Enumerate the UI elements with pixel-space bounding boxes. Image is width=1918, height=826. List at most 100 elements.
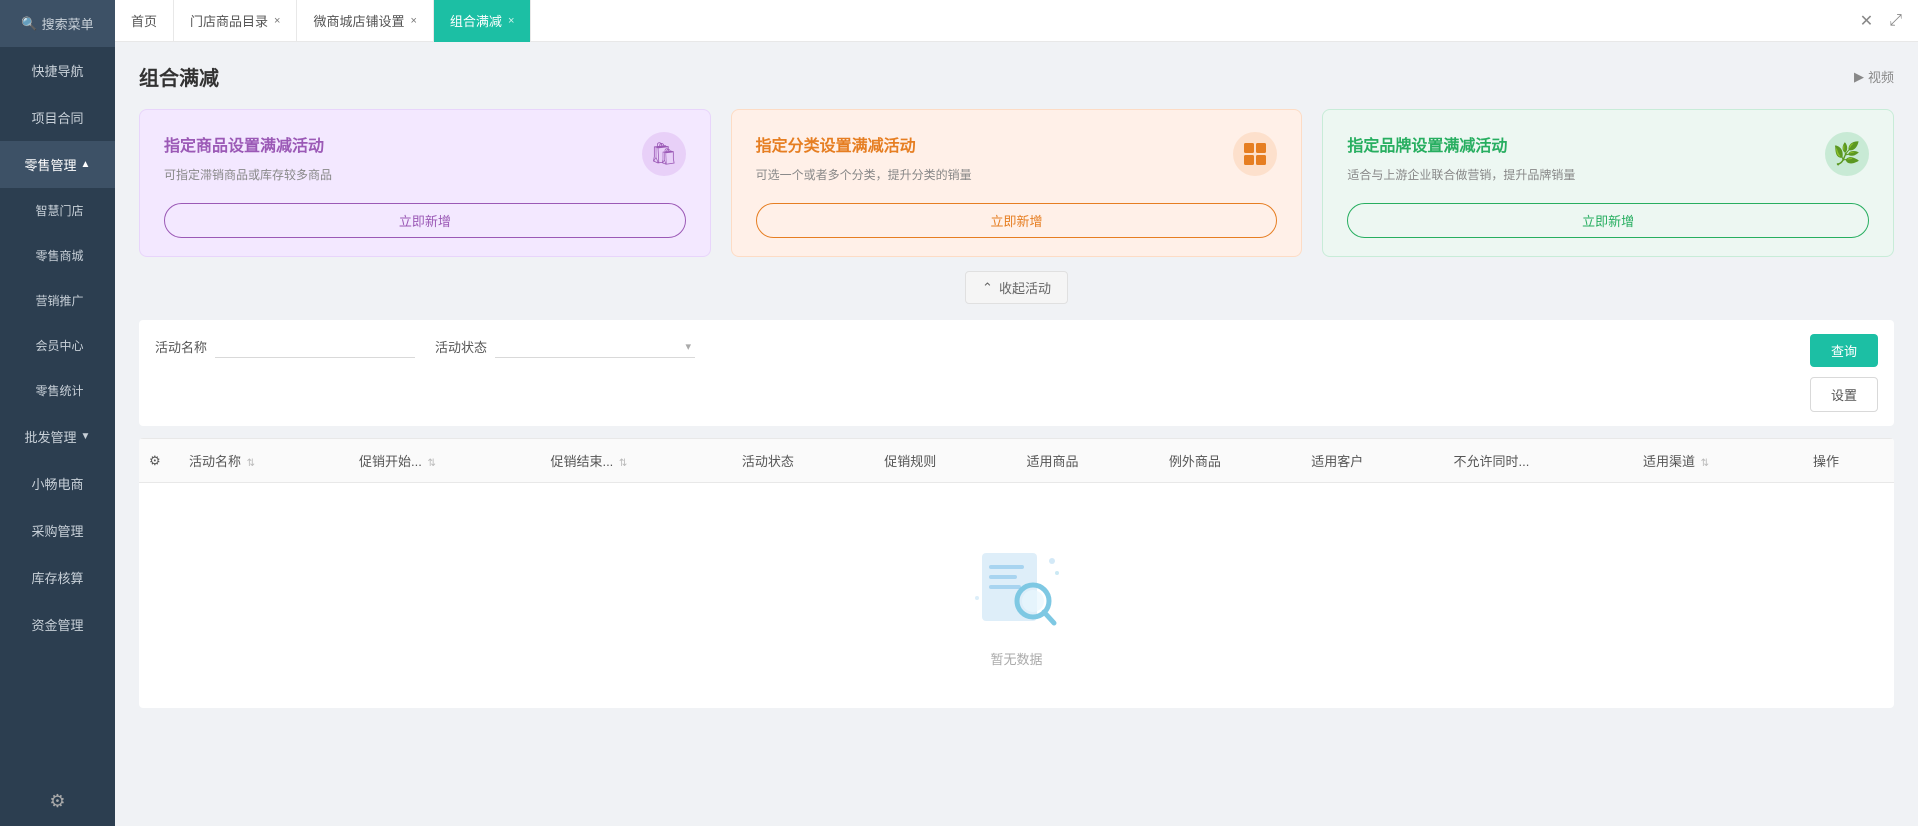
tab-home-label: 首页 bbox=[131, 11, 157, 30]
th-rule: 促销规则 bbox=[874, 439, 1016, 483]
sidebar-item-wholesale[interactable]: 批发管理 ▼ bbox=[0, 413, 115, 460]
table-header-row: ⚙ 活动名称 ⇅ 促销开始... ⇅ 促销结束... ⇅ bbox=[139, 439, 1894, 483]
wholesale-label: 批发管理 bbox=[25, 427, 77, 446]
retail-arrow: ▲ bbox=[81, 159, 91, 170]
activity-name-label: 活动名称 bbox=[155, 337, 207, 356]
sidebar-item-search[interactable]: 🔍 搜索菜单 bbox=[0, 0, 115, 47]
quicknav-label: 快捷导航 bbox=[31, 61, 83, 80]
tab-combo-discount-close[interactable]: × bbox=[508, 15, 514, 27]
activity-card-goods: 🛍 指定商品设置满减活动 可指定滞销商品或库存较多商品 立即新增 bbox=[139, 109, 711, 257]
wholesale-arrow: ▼ bbox=[81, 431, 91, 442]
sidebar-item-purchase[interactable]: 采购管理 bbox=[0, 507, 115, 554]
sidebar-item-quicknav[interactable]: 快捷导航 bbox=[0, 47, 115, 94]
category-card-desc: 可选一个或者多个分类，提升分类的销量 bbox=[756, 166, 1278, 185]
th-gear[interactable]: ⚙ bbox=[139, 439, 179, 483]
category-card-add-button[interactable]: 立即新增 bbox=[756, 203, 1278, 238]
filter-buttons: 查询 设置 bbox=[1810, 334, 1878, 412]
marketing-label: 营销推广 bbox=[35, 292, 83, 309]
th-except: 例外商品 bbox=[1159, 439, 1301, 483]
th-customer: 适用客户 bbox=[1301, 439, 1443, 483]
activity-name-input[interactable] bbox=[215, 334, 415, 358]
data-table: ⚙ 活动名称 ⇅ 促销开始... ⇅ 促销结束... ⇅ bbox=[139, 438, 1894, 708]
tab-product-catalog-close[interactable]: × bbox=[274, 15, 280, 27]
bag-icon: 🛍 bbox=[650, 141, 678, 167]
search-icon: 🔍 bbox=[21, 16, 37, 32]
tab-product-catalog[interactable]: 门店商品目录 × bbox=[174, 0, 297, 42]
ecommerce-label: 小畅电商 bbox=[31, 474, 83, 493]
tab-shop-settings-close[interactable]: × bbox=[410, 15, 416, 27]
video-label: 视频 bbox=[1868, 67, 1894, 86]
tab-combo-discount[interactable]: 组合满减 × bbox=[434, 0, 531, 42]
main-area: 首页 门店商品目录 × 微商城店铺设置 × 组合满减 × ✕ ⤢ 组合满减 ▶ … bbox=[115, 0, 1918, 826]
tab-shop-settings-label: 微商城店铺设置 bbox=[313, 11, 404, 30]
finance-label: 资金管理 bbox=[31, 615, 83, 634]
activity-status-select-wrapper: ▾ bbox=[495, 334, 695, 358]
retailstats-label: 零售统计 bbox=[35, 382, 83, 399]
sidebar-item-smartstore[interactable]: 智慧门店 bbox=[0, 188, 115, 233]
window-controls: ✕ ⤢ bbox=[1856, 11, 1918, 31]
window-close-btn[interactable]: ✕ bbox=[1856, 11, 1877, 31]
tab-product-catalog-label: 门店商品目录 bbox=[190, 11, 268, 30]
empty-state: 暂无数据 bbox=[139, 483, 1894, 708]
smartstore-label: 智慧门店 bbox=[35, 202, 83, 219]
th-action: 操作 bbox=[1803, 439, 1894, 483]
brand-card-icon: 🌿 bbox=[1825, 132, 1869, 176]
setting-button[interactable]: 设置 bbox=[1810, 377, 1878, 412]
sort-name-icon: ⇅ bbox=[247, 458, 255, 469]
brand-card-add-button[interactable]: 立即新增 bbox=[1347, 203, 1869, 238]
sidebar-item-finance[interactable]: 资金管理 bbox=[0, 601, 115, 648]
goods-card-add-button[interactable]: 立即新增 bbox=[164, 203, 686, 238]
inventory-label: 库存核算 bbox=[31, 568, 83, 587]
collapse-label: 收起活动 bbox=[999, 278, 1051, 297]
window-maximize-btn[interactable]: ⤢ bbox=[1885, 12, 1906, 30]
empty-text: 暂无数据 bbox=[159, 649, 1874, 668]
collapse-bar: ⌃ 收起活动 bbox=[139, 271, 1894, 304]
activity-card-category: 指定分类设置满减活动 可选一个或者多个分类，提升分类的销量 立即新增 bbox=[731, 109, 1303, 257]
leaf-icon: 🌿 bbox=[1833, 141, 1860, 167]
sidebar-item-member[interactable]: 会员中心 bbox=[0, 323, 115, 368]
query-button[interactable]: 查询 bbox=[1810, 334, 1878, 367]
sidebar-item-retail[interactable]: 零售管理 ▲ bbox=[0, 141, 115, 188]
activity-status-select[interactable] bbox=[495, 334, 695, 358]
sidebar-item-contract[interactable]: 项目合同 bbox=[0, 94, 115, 141]
sidebar-settings[interactable]: ⚙ bbox=[0, 777, 115, 826]
page-content: 组合满减 ▶ 视频 🛍 指定商品设置满减活动 可指定滞销商品或库存较多商品 立即… bbox=[115, 42, 1918, 826]
data-table-wrapper: ⚙ 活动名称 ⇅ 促销开始... ⇅ 促销结束... ⇅ bbox=[139, 438, 1894, 708]
th-name[interactable]: 活动名称 ⇅ bbox=[179, 439, 349, 483]
retail-label: 零售管理 bbox=[25, 155, 77, 174]
goods-card-icon: 🛍 bbox=[642, 132, 686, 176]
tabbar: 首页 门店商品目录 × 微商城店铺设置 × 组合满减 × ✕ ⤢ bbox=[115, 0, 1918, 42]
th-status: 活动状态 bbox=[732, 439, 874, 483]
brand-card-desc: 适合与上游企业联合做营销，提升品牌销量 bbox=[1347, 166, 1869, 185]
category-card-title: 指定分类设置满减活动 bbox=[756, 132, 1278, 156]
retailmall-label: 零售商城 bbox=[35, 247, 83, 264]
tab-combo-discount-label: 组合满减 bbox=[450, 11, 502, 30]
activity-cards: 🛍 指定商品设置满减活动 可指定滞销商品或库存较多商品 立即新增 指定分类设置满… bbox=[139, 109, 1894, 257]
tab-shop-settings[interactable]: 微商城店铺设置 × bbox=[297, 0, 433, 42]
sidebar-item-ecommerce[interactable]: 小畅电商 bbox=[0, 460, 115, 507]
th-nostack: 不允许同时... bbox=[1444, 439, 1633, 483]
sidebar-item-marketing[interactable]: 营销推广 bbox=[0, 278, 115, 323]
gear-icon: ⚙ bbox=[49, 791, 65, 811]
activity-card-brand: 🌿 指定品牌设置满减活动 适合与上游企业联合做营销，提升品牌销量 立即新增 bbox=[1322, 109, 1894, 257]
th-channel[interactable]: 适用渠道 ⇅ bbox=[1633, 439, 1803, 483]
collapse-icon: ⌃ bbox=[982, 280, 993, 296]
sidebar: 🔍 搜索菜单 快捷导航 项目合同 零售管理 ▲ 智慧门店 零售商城 营销推广 会… bbox=[0, 0, 115, 826]
collapse-button[interactable]: ⌃ 收起活动 bbox=[965, 271, 1068, 304]
tab-home[interactable]: 首页 bbox=[115, 0, 174, 42]
sidebar-item-retailmall[interactable]: 零售商城 bbox=[0, 233, 115, 278]
th-start[interactable]: 促销开始... ⇅ bbox=[349, 439, 540, 483]
th-end[interactable]: 促销结束... ⇅ bbox=[540, 439, 731, 483]
filter-activity-status: 活动状态 ▾ bbox=[435, 334, 695, 358]
goods-card-title: 指定商品设置满减活动 bbox=[164, 132, 686, 156]
goods-card-desc: 可指定滞销商品或库存较多商品 bbox=[164, 166, 686, 185]
contract-label: 项目合同 bbox=[31, 108, 83, 127]
video-link[interactable]: ▶ 视频 bbox=[1854, 67, 1894, 86]
empty-illustration bbox=[967, 543, 1067, 633]
table-body: 暂无数据 bbox=[139, 483, 1894, 709]
page-header: 组合满减 ▶ 视频 bbox=[139, 62, 1894, 91]
sidebar-item-inventory[interactable]: 库存核算 bbox=[0, 554, 115, 601]
sidebar-item-retailstats[interactable]: 零售统计 bbox=[0, 368, 115, 413]
filter-activity-name: 活动名称 bbox=[155, 334, 415, 358]
sidebar-label-search: 搜索菜单 bbox=[42, 14, 94, 33]
